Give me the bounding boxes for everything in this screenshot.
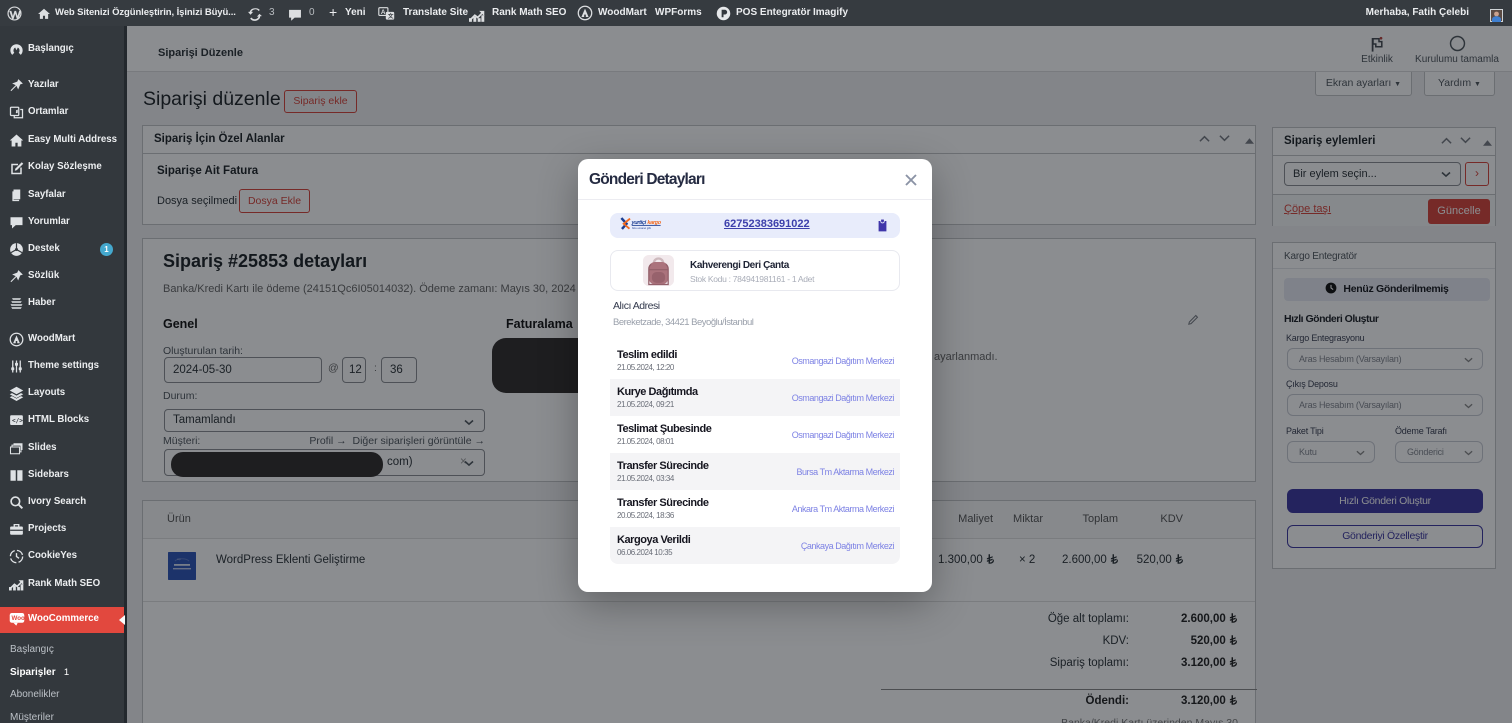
svg-text:Woo: Woo [12, 615, 25, 622]
svg-text:</>: </> [12, 417, 23, 424]
svg-text:A: A [381, 9, 386, 16]
svg-text:bize emanet gibi: bize emanet gibi [632, 226, 651, 230]
svg-text:kargo: kargo [647, 220, 661, 226]
svg-text:yurtiçi: yurtiçi [630, 220, 646, 226]
